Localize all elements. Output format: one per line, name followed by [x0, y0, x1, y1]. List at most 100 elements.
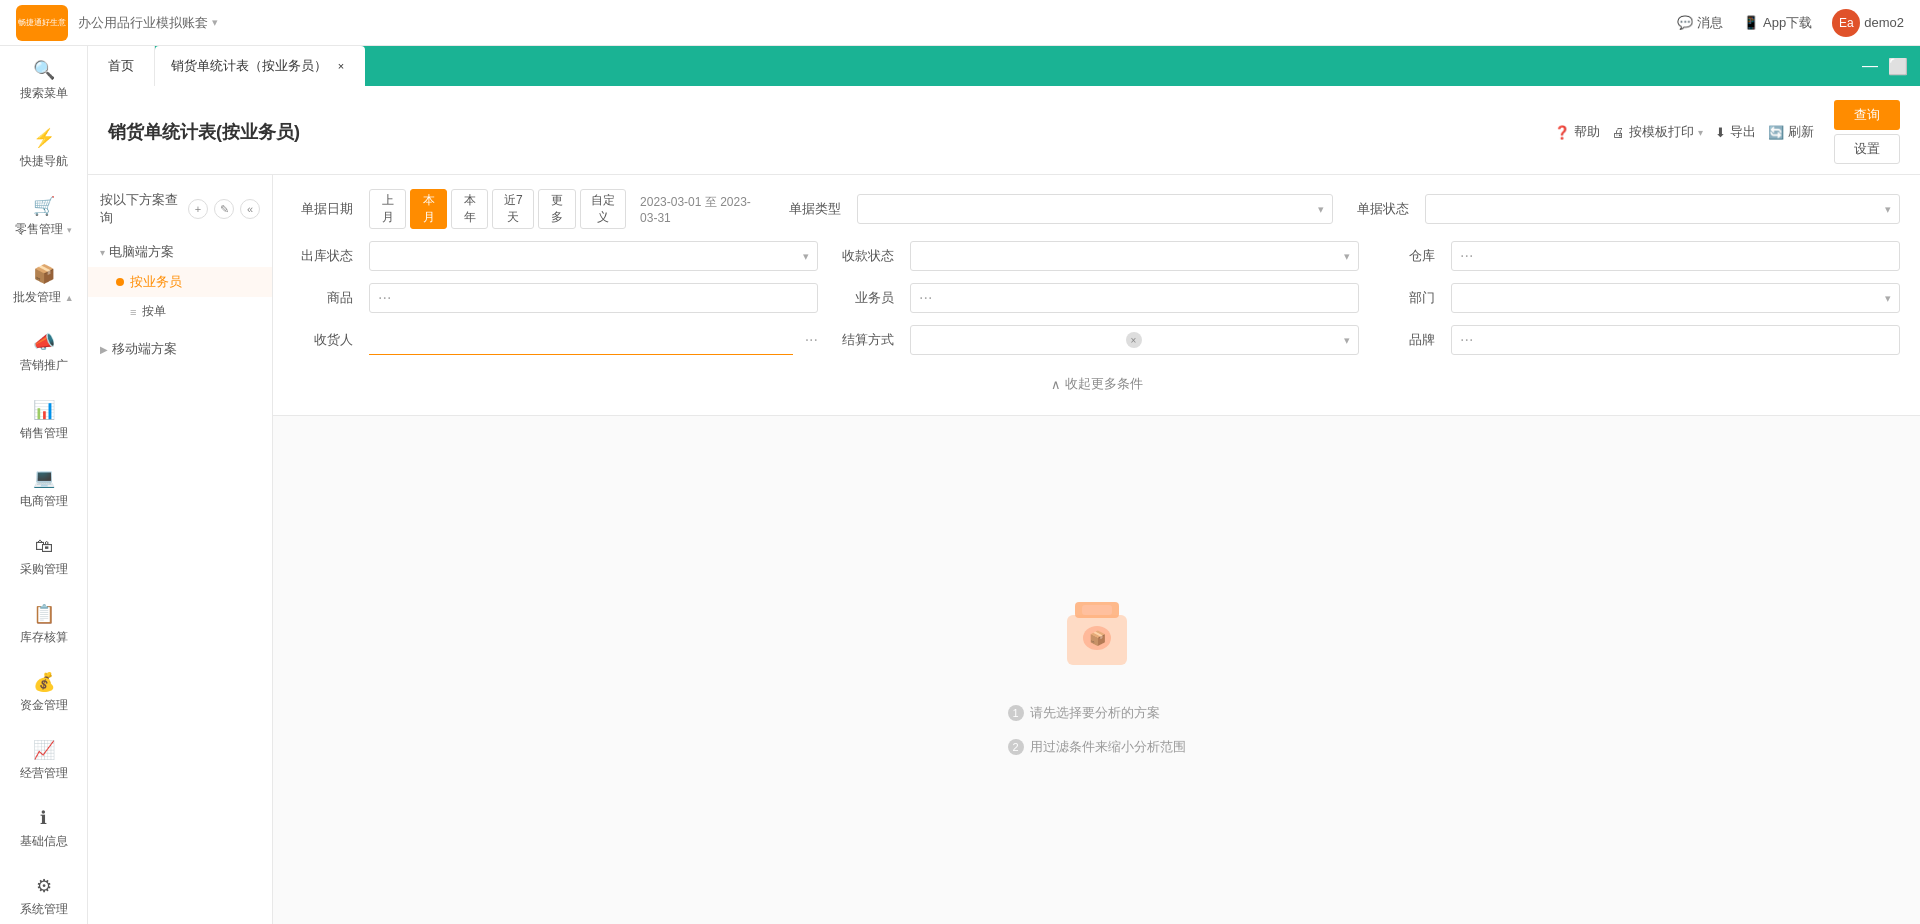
empty-text: 1 请先选择要分析的方案 2 用过滤条件来缩小分析范围: [1008, 700, 1186, 760]
sidebar-item-basicinfo[interactable]: ℹ 基础信息: [0, 794, 87, 862]
date-this-year-btn[interactable]: 本年: [451, 189, 488, 229]
operations-icon: 📈: [4, 738, 83, 763]
brand-label: 品牌: [1375, 331, 1435, 349]
sales-icon: 📊: [4, 398, 83, 423]
collapse-filter-btn[interactable]: ∧ 收起更多条件: [293, 367, 1900, 401]
export-btn[interactable]: ⬇ 导出: [1715, 123, 1756, 141]
empty-illustration: 📦: [1047, 580, 1147, 680]
download-icon: 📱: [1743, 15, 1759, 30]
print-btn[interactable]: 🖨 按模板打印 ▾: [1612, 123, 1703, 141]
collapse-icon: ∧: [1051, 377, 1061, 392]
hint-num-1: 1: [1008, 705, 1024, 721]
payment-arrow: ▾: [1344, 334, 1350, 347]
sidebar-item-sales[interactable]: 📊 销售管理: [0, 386, 87, 454]
quicknav-icon: ⚡: [4, 126, 83, 151]
out-status-arrow: ▾: [803, 250, 809, 263]
retail-icon: 🛒: [4, 194, 83, 219]
tab-home[interactable]: 首页: [88, 46, 155, 86]
date-more-btn[interactable]: 更多: [538, 189, 575, 229]
sidebar-item-ecommerce[interactable]: 💻 电商管理: [0, 454, 87, 522]
goods-label: 商品: [293, 289, 353, 307]
page-title: 销货单统计表(按业务员): [108, 120, 300, 144]
out-status-label: 出库状态: [293, 247, 353, 265]
scheme-sub-item[interactable]: ≡ 按单: [88, 297, 272, 326]
scheme-mobile-section[interactable]: ▶ 移动端方案: [88, 334, 272, 364]
empty-icon: 📦: [1047, 580, 1147, 680]
doc-type-label: 单据类型: [781, 200, 841, 218]
tabs-bar: 首页 销货单统计表（按业务员） × — ⬜: [88, 46, 1920, 86]
dept-select[interactable]: ▾: [1451, 283, 1900, 313]
svg-rect-2: [1082, 605, 1112, 615]
empty-state: 📦 1 请先选择要分析的方案 2 用过滤条件来缩小分析范围: [273, 416, 1920, 924]
date-this-month-btn[interactable]: 本月: [410, 189, 447, 229]
filter-area: 单据日期 上月 本月 本年 近7天 更多 自定义 20: [273, 175, 1920, 416]
goods-select[interactable]: ···: [369, 283, 818, 313]
hint-text-2: 用过滤条件来缩小分析范围: [1030, 734, 1186, 760]
sub-item-icon: ≡: [130, 306, 136, 318]
ecommerce-icon: 💻: [4, 466, 83, 491]
refresh-btn[interactable]: 🔄 刷新: [1768, 123, 1814, 141]
sidebar-item-purchase[interactable]: 🛍 采购管理: [0, 522, 87, 590]
dept-label: 部门: [1375, 289, 1435, 307]
svg-text:📦: 📦: [1088, 630, 1106, 647]
marketing-icon: 📣: [4, 330, 83, 355]
avatar: Ea: [1832, 9, 1860, 37]
sidebar-item-operations[interactable]: 📈 经营管理: [0, 726, 87, 794]
refresh-icon: 🔄: [1768, 125, 1784, 140]
warehouse-select[interactable]: ···: [1451, 241, 1900, 271]
consignee-input[interactable]: [369, 325, 793, 355]
edit-scheme-btn[interactable]: ✎: [214, 199, 234, 219]
salesman-select[interactable]: ···: [910, 283, 1359, 313]
sidebar-item-search[interactable]: 🔍 搜索菜单: [0, 46, 87, 114]
doc-status-select[interactable]: ▾: [1425, 194, 1900, 224]
date-prev-month-btn[interactable]: 上月: [369, 189, 406, 229]
app-logo: 畅捷通好生意: [16, 5, 68, 41]
sidebar-item-retail[interactable]: 🛒 零售管理 ▾: [0, 182, 87, 250]
recv-status-label: 收款状态: [834, 247, 894, 265]
help-btn[interactable]: ❓ 帮助: [1554, 123, 1600, 141]
message-icon: 💬: [1677, 15, 1693, 30]
tab-minimize-btn[interactable]: —: [1862, 57, 1878, 75]
date-custom-btn[interactable]: 自定义: [580, 189, 627, 229]
top-title: 办公用品行业模拟账套 ▾: [78, 14, 218, 32]
wholesale-icon: 📦: [4, 262, 83, 287]
basicinfo-icon: ℹ: [4, 806, 83, 831]
recv-status-select[interactable]: ▾: [910, 241, 1359, 271]
collapse-scheme-btn[interactable]: «: [240, 199, 260, 219]
payment-clear-btn[interactable]: ×: [1126, 332, 1142, 348]
tab-sales-stat[interactable]: 销货单统计表（按业务员） ×: [155, 46, 365, 86]
message-btn[interactable]: 💬 消息: [1677, 14, 1723, 32]
dept-arrow: ▾: [1885, 292, 1891, 305]
payment-select[interactable]: × ▾: [910, 325, 1359, 355]
sidebar-item-system[interactable]: ⚙ 系统管理: [0, 862, 87, 924]
tab-close-btn[interactable]: ×: [333, 58, 349, 74]
print-icon: 🖨: [1612, 125, 1625, 140]
brand-select[interactable]: ···: [1451, 325, 1900, 355]
settings-button[interactable]: 设置: [1834, 134, 1900, 164]
add-scheme-btn[interactable]: +: [188, 199, 208, 219]
sidebar-item-marketing[interactable]: 📣 营销推广: [0, 318, 87, 386]
sidebar: 🔍 搜索菜单 ⚡ 快捷导航 🛒 零售管理 ▾ 📦 批发管理 ▲ 📣 营销推广: [0, 46, 88, 924]
doc-type-arrow: ▾: [1318, 203, 1324, 216]
sidebar-item-inventory[interactable]: 📋 库存核算: [0, 590, 87, 658]
date-7days-btn[interactable]: 近7天: [492, 189, 534, 229]
system-icon: ⚙: [4, 874, 83, 899]
scheme-pc-section[interactable]: ▾ 电脑端方案: [88, 237, 272, 267]
inventory-icon: 📋: [4, 602, 83, 627]
sidebar-item-finance[interactable]: 💰 资金管理: [0, 658, 87, 726]
sidebar-item-quicknav[interactable]: ⚡ 快捷导航: [0, 114, 87, 182]
out-status-select[interactable]: ▾: [369, 241, 818, 271]
tab-maximize-btn[interactable]: ⬜: [1888, 57, 1908, 76]
consignee-dots[interactable]: ···: [805, 331, 818, 349]
sidebar-item-wholesale[interactable]: 📦 批发管理 ▲: [0, 250, 87, 318]
scheme-item-salesman[interactable]: 按业务员: [88, 267, 272, 297]
app-download-btn[interactable]: 📱 App下载: [1743, 14, 1812, 32]
doc-type-select[interactable]: ▾: [857, 194, 1332, 224]
export-icon: ⬇: [1715, 125, 1726, 140]
warehouse-label: 仓库: [1375, 247, 1435, 265]
search-icon: 🔍: [4, 58, 83, 83]
date-range-text: 2023-03-01 至 2023-03-31: [640, 194, 765, 225]
user-menu[interactable]: Ea demo2: [1832, 9, 1904, 37]
scheme-header-label: 按以下方案查询: [100, 191, 188, 227]
query-button[interactable]: 查询: [1834, 100, 1900, 130]
